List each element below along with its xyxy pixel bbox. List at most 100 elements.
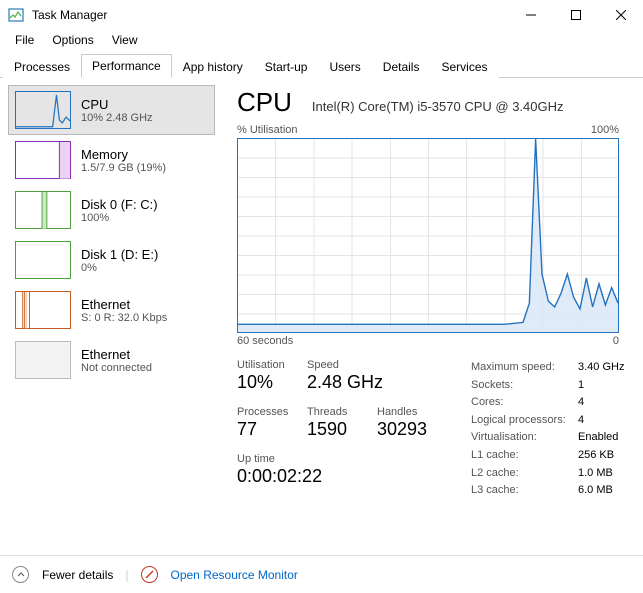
info-key: L1 cache: [471, 447, 578, 465]
minimize-button[interactable] [508, 0, 553, 30]
cpu-thumb-icon [15, 91, 71, 129]
sidebar-item-label: Ethernet [81, 347, 152, 362]
disk-thumb-icon [15, 191, 71, 229]
sidebar-item-disk1[interactable]: Disk 1 (D: E:) 0% [8, 235, 215, 285]
stat-processes: Processes 77 [237, 406, 307, 443]
chart-xmax: 60 seconds [237, 335, 293, 347]
sidebar-item-ethernet0[interactable]: Ethernet S: 0 R: 32.0 Kbps [8, 285, 215, 335]
stat-value: 1590 [307, 419, 377, 440]
stat-label: Threads [307, 406, 377, 418]
sidebar-item-sub: 10% 2.48 GHz [81, 112, 153, 124]
cpu-utilisation-chart[interactable] [237, 138, 619, 333]
info-val: 4 [578, 412, 584, 430]
stat-value: 10% [237, 372, 307, 393]
disk-thumb-icon [15, 241, 71, 279]
task-manager-icon [8, 7, 24, 23]
chart-ymax: 100% [591, 124, 619, 136]
close-button[interactable] [598, 0, 643, 30]
memory-thumb-icon [15, 141, 71, 179]
sidebar-text: CPU 10% 2.48 GHz [81, 97, 153, 124]
sidebar-text: Disk 0 (F: C:) 100% [81, 197, 158, 224]
info-val: 3.40 GHz [578, 359, 624, 377]
sidebar-item-sub: S: 0 R: 32.0 Kbps [81, 312, 167, 324]
stat-handles: Handles 30293 [377, 406, 447, 443]
sidebar-item-sub: 0% [81, 262, 158, 274]
ethernet-thumb-icon [15, 291, 71, 329]
sidebar-item-cpu[interactable]: CPU 10% 2.48 GHz [8, 85, 215, 135]
tab-details[interactable]: Details [372, 55, 431, 78]
info-key: Sockets: [471, 377, 578, 395]
tab-performance[interactable]: Performance [81, 54, 172, 78]
sidebar-item-sub: Not connected [81, 362, 152, 374]
tab-processes[interactable]: Processes [3, 55, 81, 78]
menu-view[interactable]: View [103, 31, 147, 49]
info-key: L3 cache: [471, 482, 578, 500]
chart-xmin: 0 [613, 335, 619, 347]
sidebar-item-sub: 1.5/7.9 GB (19%) [81, 162, 166, 174]
info-val: 4 [578, 394, 584, 412]
menubar: File Options View [0, 30, 643, 50]
stats-area: Utilisation 10% Speed 2.48 GHz Processes… [237, 359, 629, 500]
tabbar: Processes Performance App history Start-… [0, 53, 643, 78]
main-panel: CPU Intel(R) Core(TM) i5-3570 CPU @ 3.40… [215, 78, 643, 555]
stats-left: Utilisation 10% Speed 2.48 GHz Processes… [237, 359, 447, 500]
sidebar-item-label: Ethernet [81, 297, 167, 312]
info-val: 1.0 MB [578, 465, 613, 483]
sidebar-text: Ethernet Not connected [81, 347, 152, 374]
sidebar-item-sub: 100% [81, 212, 158, 224]
tab-app-history[interactable]: App history [172, 55, 254, 78]
chart-ylabel: % Utilisation [237, 124, 298, 136]
chart-top-labels: % Utilisation 100% [237, 124, 619, 136]
sidebar-item-label: CPU [81, 97, 153, 112]
stat-speed: Speed 2.48 GHz [307, 359, 447, 396]
sidebar-item-ethernet1[interactable]: Ethernet Not connected [8, 335, 215, 385]
sidebar-item-label: Disk 0 (F: C:) [81, 197, 158, 212]
info-key: Virtualisation: [471, 429, 578, 447]
menu-file[interactable]: File [6, 31, 43, 49]
stat-uptime: Up time 0:00:02:22 [237, 453, 447, 490]
stats-right: Maximum speed:3.40 GHz Sockets:1 Cores:4… [471, 359, 624, 500]
content-area: CPU 10% 2.48 GHz Memory 1.5/7.9 GB (19%)… [0, 78, 643, 555]
cpu-model: Intel(R) Core(TM) i5-3570 CPU @ 3.40GHz [312, 99, 564, 114]
sidebar-item-label: Memory [81, 147, 166, 162]
chart-bottom-labels: 60 seconds 0 [237, 335, 619, 347]
page-title: CPU [237, 87, 292, 118]
sidebar-text: Ethernet S: 0 R: 32.0 Kbps [81, 297, 167, 324]
resource-monitor-icon [141, 566, 158, 583]
sidebar-text: Memory 1.5/7.9 GB (19%) [81, 147, 166, 174]
sidebar-item-disk0[interactable]: Disk 0 (F: C:) 100% [8, 185, 215, 235]
info-key: Cores: [471, 394, 578, 412]
sidebar: CPU 10% 2.48 GHz Memory 1.5/7.9 GB (19%)… [0, 78, 215, 555]
main-header: CPU Intel(R) Core(TM) i5-3570 CPU @ 3.40… [237, 87, 629, 118]
stat-label: Processes [237, 406, 307, 418]
open-resource-monitor-link[interactable]: Open Resource Monitor [171, 568, 298, 582]
stat-threads: Threads 1590 [307, 406, 377, 443]
chevron-up-icon[interactable] [12, 566, 29, 583]
fewer-details-link[interactable]: Fewer details [42, 568, 113, 582]
stat-value: 2.48 GHz [307, 372, 447, 393]
menu-options[interactable]: Options [43, 31, 102, 49]
separator: | [125, 568, 128, 582]
maximize-button[interactable] [553, 0, 598, 30]
info-key: L2 cache: [471, 465, 578, 483]
tab-startup[interactable]: Start-up [254, 55, 319, 78]
stat-value: 77 [237, 419, 307, 440]
ethernet-thumb-icon [15, 341, 71, 379]
tab-services[interactable]: Services [430, 55, 498, 78]
info-val: 256 KB [578, 447, 614, 465]
sidebar-item-label: Disk 1 (D: E:) [81, 247, 158, 262]
info-val: 6.0 MB [578, 482, 613, 500]
stat-value: 30293 [377, 419, 447, 440]
stat-label: Utilisation [237, 359, 307, 371]
info-val: 1 [578, 377, 584, 395]
stat-value: 0:00:02:22 [237, 466, 447, 487]
sidebar-item-memory[interactable]: Memory 1.5/7.9 GB (19%) [8, 135, 215, 185]
titlebar: Task Manager [0, 0, 643, 30]
tab-users[interactable]: Users [318, 55, 371, 78]
stat-label: Handles [377, 406, 447, 418]
footer: Fewer details | Open Resource Monitor [0, 555, 643, 593]
stat-label: Up time [237, 453, 447, 465]
info-val: Enabled [578, 429, 618, 447]
info-key: Logical processors: [471, 412, 578, 430]
info-key: Maximum speed: [471, 359, 578, 377]
